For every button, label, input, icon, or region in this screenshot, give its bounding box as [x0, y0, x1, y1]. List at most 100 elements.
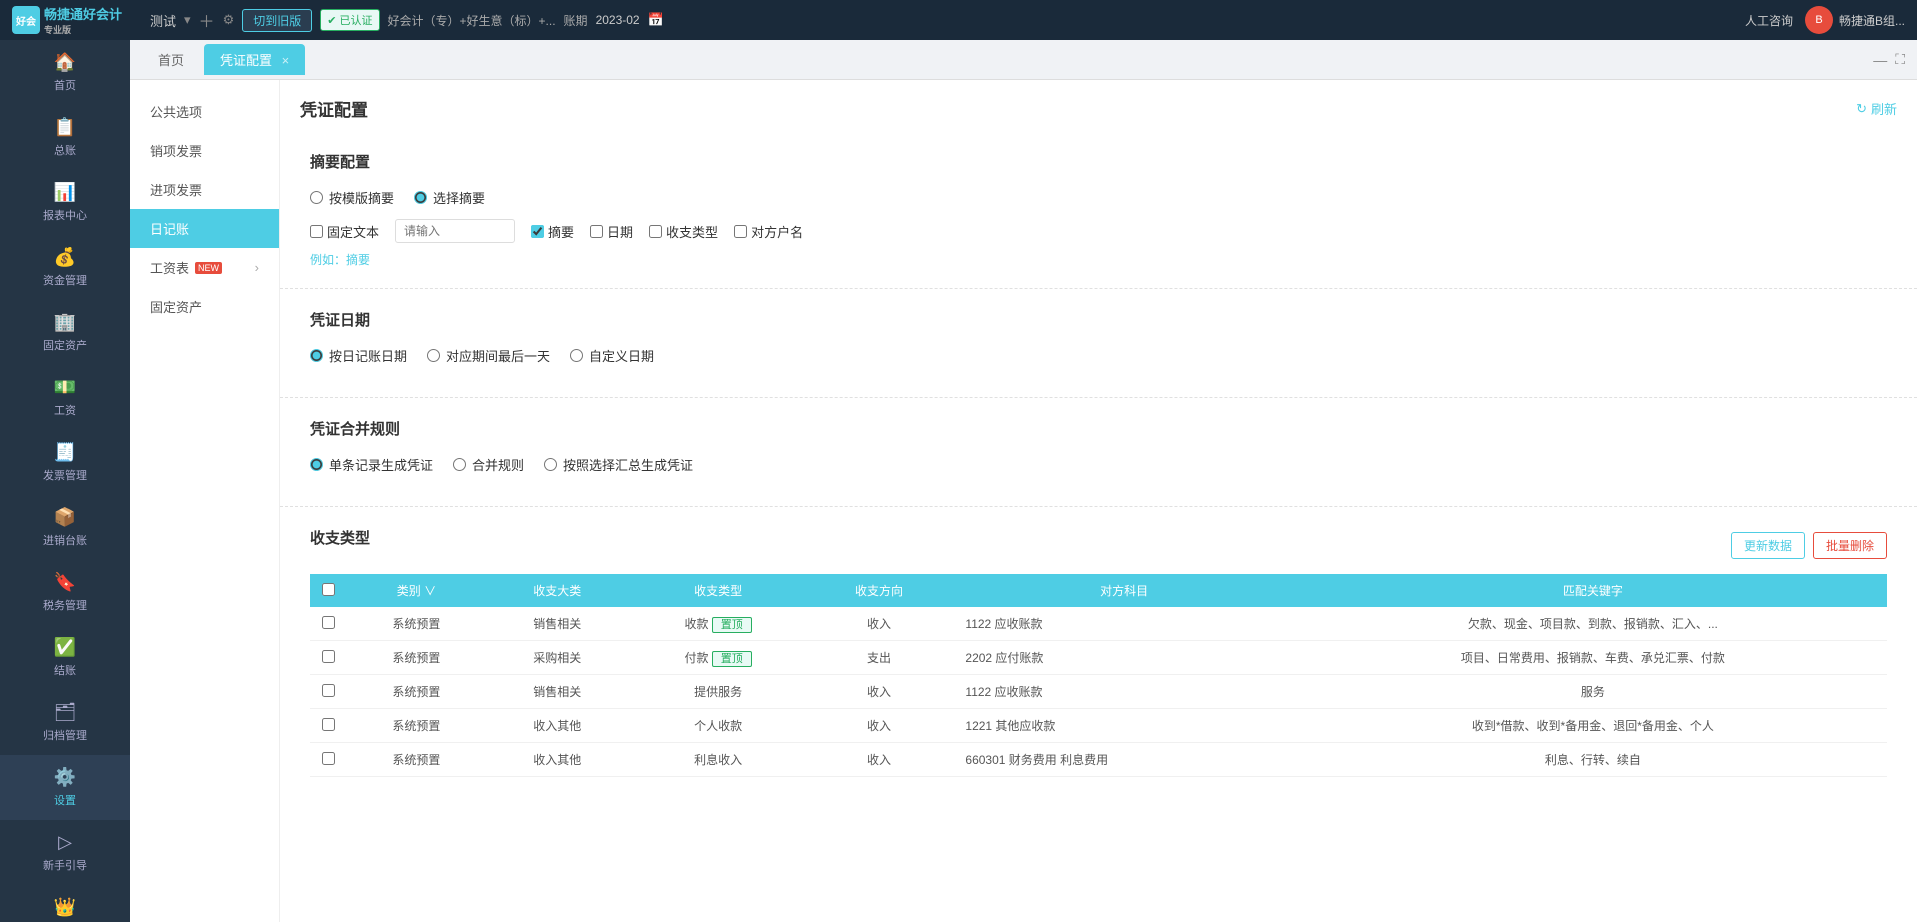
td-category-2: 系统预置 — [346, 641, 487, 675]
sidebar-item-member[interactable]: 👑 畅会员 — [0, 885, 130, 922]
radio-single[interactable] — [310, 458, 323, 471]
radio-single-label[interactable]: 单条记录生成凭证 — [310, 455, 433, 474]
top-tag-1[interactable]: 置顶 — [712, 617, 752, 633]
sidebar-item-report[interactable]: 📊 报表中心 — [0, 170, 130, 235]
sidebar-item-assets[interactable]: 🏢 固定资产 — [0, 300, 130, 365]
radio-journal-date[interactable] — [310, 349, 323, 362]
tab-home[interactable]: 首页 — [142, 44, 200, 75]
merge-radio-group: 单条记录生成凭证 合并规则 按照选择汇总生成凭证 — [310, 455, 1887, 474]
maximize-button[interactable]: ⛶ — [1895, 51, 1905, 68]
invoice-icon: 🧾 — [54, 442, 76, 463]
submenu-arrow-icon: › — [255, 260, 259, 275]
radio-select-label[interactable]: 选择摘要 — [414, 188, 485, 207]
fixed-text-input[interactable] — [395, 219, 515, 243]
sub-menu: 公共选项 销项发票 进项发票 日记账 工资表 NEW › 固定资产 — [130, 80, 280, 922]
counterparty-checkbox[interactable] — [734, 225, 747, 238]
income-type-checkbox-label[interactable]: 收支类型 — [649, 222, 718, 241]
radio-template-label[interactable]: 按模版摘要 — [310, 188, 394, 207]
submenu-payroll[interactable]: 工资表 NEW › — [130, 248, 279, 287]
refresh-button[interactable]: ↻ 刷新 — [1856, 99, 1897, 118]
radio-custom-date-label[interactable]: 自定义日期 — [570, 346, 654, 365]
sidebar-item-salary[interactable]: 💵 工资 — [0, 365, 130, 430]
config-title: 凭证配置 — [300, 96, 368, 121]
add-icon[interactable]: ＋ — [199, 8, 215, 32]
dropdown-arrow-icon[interactable]: ▾ — [184, 12, 191, 28]
submenu-journal[interactable]: 日记账 — [130, 209, 279, 248]
radio-template[interactable] — [310, 191, 323, 204]
radio-summary-label[interactable]: 按照选择汇总生成凭证 — [544, 455, 693, 474]
tab-voucher-config[interactable]: 凭证配置 × — [204, 44, 305, 75]
sidebar-item-ledger[interactable]: 📋 总账 — [0, 105, 130, 170]
calendar-icon[interactable]: 📅 — [648, 12, 664, 28]
sidebar-item-archive[interactable]: 🗂 归档管理 — [0, 690, 130, 755]
row-checkbox-5[interactable] — [322, 752, 335, 765]
submenu-purchase-invoice[interactable]: 进项发票 — [130, 170, 279, 209]
top-bar-right: 人工咨询 B 畅捷通B组... — [1745, 6, 1905, 34]
td-checkbox-4[interactable] — [310, 709, 346, 743]
tab-close-icon[interactable]: × — [282, 53, 290, 68]
td-big-type-2: 采购相关 — [487, 641, 628, 675]
member-icon: 👑 — [54, 897, 76, 918]
radio-journal-date-label[interactable]: 按日记账日期 — [310, 346, 407, 365]
assets-icon: 🏢 — [54, 312, 76, 333]
row-checkbox-3[interactable] — [322, 684, 335, 697]
row-checkbox-4[interactable] — [322, 718, 335, 731]
table-row: 系统预置 收入其他 个人收款 收入 1221 其他应收款 收到*借款、收到*备用… — [310, 709, 1887, 743]
td-checkbox-3[interactable] — [310, 675, 346, 709]
sidebar-item-guide[interactable]: ▷ 新手引导 — [0, 820, 130, 885]
radio-merge-label[interactable]: 合并规则 — [453, 455, 524, 474]
sidebar-item-settings[interactable]: ⚙️ 设置 — [0, 755, 130, 820]
submenu-fixed-assets[interactable]: 固定资产 — [130, 287, 279, 326]
summary-section: 摘要配置 按模版摘要 选择摘要 固定文本 — [280, 131, 1917, 289]
settings-sidebar-icon: ⚙️ — [54, 767, 76, 788]
row-checkbox-2[interactable] — [322, 650, 335, 663]
radio-summary[interactable] — [544, 458, 557, 471]
income-type-checkbox[interactable] — [649, 225, 662, 238]
td-checkbox-1[interactable] — [310, 607, 346, 641]
example-text: 例如：摘要 — [310, 251, 1887, 268]
consult-button[interactable]: 人工咨询 — [1745, 12, 1793, 29]
td-checkbox-2[interactable] — [310, 641, 346, 675]
row-checkbox-1[interactable] — [322, 616, 335, 629]
fixed-text-checkbox[interactable] — [310, 225, 323, 238]
td-keywords-1: 欠款、现金、项目款、到款、报销款、汇入、... — [1299, 607, 1887, 641]
date-section: 凭证日期 按日记账日期 对应期间最后一天 自定义日期 — [280, 289, 1917, 398]
th-keywords: 匹配关键字 — [1299, 574, 1887, 607]
settings-icon[interactable]: ⚙ — [223, 12, 235, 28]
td-checkbox-5[interactable] — [310, 743, 346, 777]
submenu-public[interactable]: 公共选项 — [130, 92, 279, 131]
summary-checkbox[interactable] — [531, 225, 544, 238]
fixed-text-checkbox-label[interactable]: 固定文本 — [310, 222, 379, 241]
td-type-3: 提供服务 — [628, 675, 809, 709]
date-checkbox-label[interactable]: 日期 — [590, 222, 633, 241]
switch-version-button[interactable]: 切到旧版 — [242, 9, 312, 32]
summary-checkbox-label[interactable]: 摘要 — [531, 222, 574, 241]
table-section: 收支类型 更新数据 批量删除 类别 ∨ 收支大类 收支类型 — [280, 507, 1917, 797]
tax-icon: 🔖 — [54, 572, 76, 593]
user-name: 畅捷通B组... — [1839, 12, 1905, 29]
top-tag-2[interactable]: 置顶 — [712, 651, 752, 667]
td-big-type-3: 销售相关 — [487, 675, 628, 709]
radio-last-day-label[interactable]: 对应期间最后一天 — [427, 346, 550, 365]
sidebar-item-checkout[interactable]: ✅ 结账 — [0, 625, 130, 690]
sidebar-item-purchase[interactable]: 📦 进销台账 — [0, 495, 130, 560]
update-data-button[interactable]: 更新数据 — [1731, 532, 1805, 559]
sidebar-item-home[interactable]: 🏠 首页 — [0, 40, 130, 105]
date-radio-group: 按日记账日期 对应期间最后一天 自定义日期 — [310, 346, 1887, 365]
checkbox-row: 固定文本 摘要 日期 收支类型 对方户名 — [310, 219, 1887, 243]
radio-merge[interactable] — [453, 458, 466, 471]
sidebar-item-tax[interactable]: 🔖 税务管理 — [0, 560, 130, 625]
radio-select[interactable] — [414, 191, 427, 204]
select-all-checkbox[interactable] — [322, 583, 335, 596]
sidebar-item-funds[interactable]: 💰 资金管理 — [0, 235, 130, 300]
date-checkbox[interactable] — [590, 225, 603, 238]
sidebar-item-invoice[interactable]: 🧾 发票管理 — [0, 430, 130, 495]
minimize-button[interactable]: — — [1873, 51, 1887, 68]
counterparty-checkbox-label[interactable]: 对方户名 — [734, 222, 803, 241]
th-checkbox[interactable] — [310, 574, 346, 607]
td-type-2: 付款 置顶 — [628, 641, 809, 675]
radio-last-day[interactable] — [427, 349, 440, 362]
submenu-sales-invoice[interactable]: 销项发票 — [130, 131, 279, 170]
radio-custom-date[interactable] — [570, 349, 583, 362]
batch-delete-button[interactable]: 批量删除 — [1813, 532, 1887, 559]
